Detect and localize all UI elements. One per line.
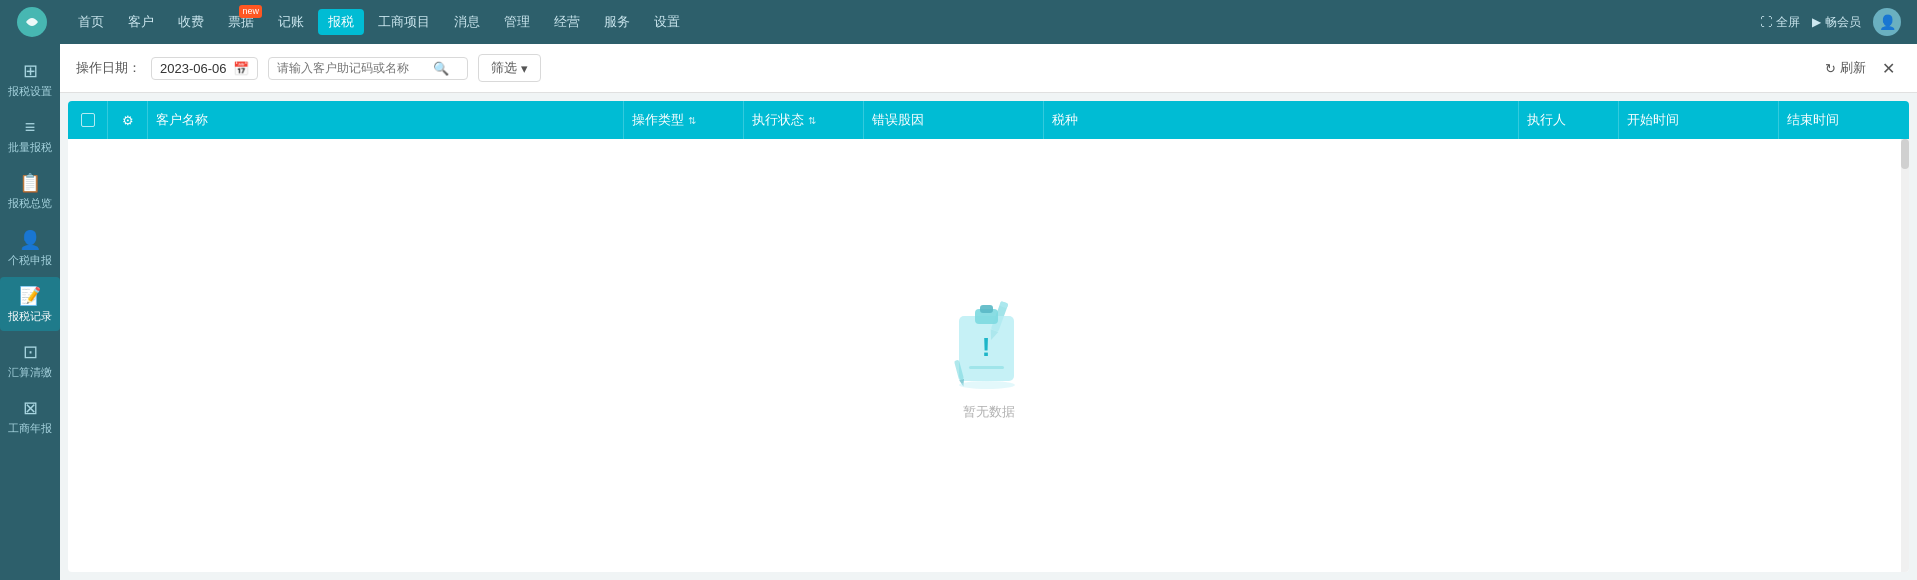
personal-tax-icon: 👤 [19,229,41,251]
empty-text: 暂无数据 [963,403,1015,421]
th-end-time: 结束时间 [1779,101,1909,139]
toolbar: 操作日期： 2023-06-06 📅 🔍 筛选 ▾ ↻ 刷新 ✕ [60,44,1917,93]
nav-fee[interactable]: 收费 [168,9,214,35]
calc-tax-icon: ⊡ [19,341,41,363]
member-label: 畅会员 [1825,14,1861,31]
th-end-time-label: 结束时间 [1787,111,1839,129]
nav-items: 首页 客户 收费 票据 new 记账 报税 工商项目 消息 管理 经营 服务 设… [68,9,1760,35]
nav-operation[interactable]: 经营 [544,9,590,35]
sidebar-item-batch-tax[interactable]: ≡ 批量报税 [0,108,60,162]
nav-right: ⛶ 全屏 ▶ 畅会员 👤 [1760,8,1901,36]
th-type-label: 操作类型 [632,111,684,129]
th-status-label: 执行状态 [752,111,804,129]
sidebar: ⊞ 报税设置 ≡ 批量报税 📋 报税总览 👤 个税申报 📝 报税记录 ⊡ 汇算清… [0,44,60,580]
sort-type-icon: ⇅ [688,115,696,126]
svg-rect-6 [980,305,993,313]
th-status[interactable]: 执行状态 ⇅ [744,101,864,139]
th-tax-type: 税种 [1044,101,1520,139]
th-tax-type-label: 税种 [1052,111,1078,129]
nav-service[interactable]: 服务 [594,9,640,35]
tax-overview-icon: 📋 [19,172,41,194]
member-button[interactable]: ▶ 畅会员 [1812,14,1861,31]
table-container: ⚙ 客户名称 操作类型 ⇅ 执行状态 ⇅ 错误股因 税种 [68,101,1909,572]
nav-biz[interactable]: 工商项目 [368,9,440,35]
search-wrap: 🔍 [268,57,468,80]
settings-icon[interactable]: ⚙ [122,113,134,128]
scrollbar[interactable] [1901,139,1909,572]
th-error-label: 错误股因 [872,111,924,129]
nav-manage[interactable]: 管理 [494,9,540,35]
settings-column-header: ⚙ [108,101,148,139]
th-start-time-label: 开始时间 [1627,111,1679,129]
th-type[interactable]: 操作类型 ⇅ [624,101,744,139]
th-start-time: 开始时间 [1619,101,1779,139]
svg-text:!: ! [981,332,990,362]
date-label: 操作日期： [76,59,141,77]
sidebar-item-calc-tax[interactable]: ⊡ 汇算清缴 [0,333,60,387]
nav-account[interactable]: 记账 [268,9,314,35]
nav-settings[interactable]: 设置 [644,9,690,35]
sidebar-label-tax-record: 报税记录 [8,310,52,323]
nav-tax[interactable]: 报税 [318,9,364,35]
annual-report-icon: ⊠ [19,397,41,419]
svg-rect-8 [969,366,1004,369]
nav-client[interactable]: 客户 [118,9,164,35]
sidebar-label-tax-overview: 报税总览 [8,197,52,210]
date-value: 2023-06-06 [160,61,227,76]
chevron-down-icon: ▾ [521,61,528,76]
sidebar-label-calc-tax: 汇算清缴 [8,366,52,379]
sidebar-item-tax-overview[interactable]: 📋 报税总览 [0,164,60,218]
avatar-icon: 👤 [1879,14,1896,30]
fullscreen-icon: ⛶ [1760,15,1772,29]
tax-record-icon: 📝 [19,285,41,307]
sidebar-item-annual-report[interactable]: ⊠ 工商年报 [0,389,60,443]
empty-state: ! 暂无数据 [919,271,1059,441]
empty-illustration: ! [939,291,1039,391]
refresh-label: 刷新 [1840,59,1866,77]
fullscreen-button[interactable]: ⛶ 全屏 [1760,14,1800,31]
filter-button[interactable]: 筛选 ▾ [478,54,541,82]
th-error: 错误股因 [864,101,1044,139]
close-button[interactable]: ✕ [1876,57,1901,80]
sidebar-item-tax-record[interactable]: 📝 报税记录 [0,277,60,331]
main-layout: ⊞ 报税设置 ≡ 批量报税 📋 报税总览 👤 个税申报 📝 报税记录 ⊡ 汇算清… [0,44,1917,580]
date-input[interactable]: 2023-06-06 📅 [151,57,258,80]
member-icon: ▶ [1812,15,1821,29]
th-executor-label: 执行人 [1527,111,1566,129]
batch-tax-icon: ≡ [19,116,41,138]
table-header: ⚙ 客户名称 操作类型 ⇅ 执行状态 ⇅ 错误股因 税种 [68,101,1909,139]
sidebar-item-personal-tax[interactable]: 👤 个税申报 [0,221,60,275]
th-name-label: 客户名称 [156,111,208,129]
svg-point-11 [959,381,1015,389]
sidebar-label-batch-tax: 批量报税 [8,141,52,154]
sidebar-label-personal-tax: 个税申报 [8,254,52,267]
content-area: 操作日期： 2023-06-06 📅 🔍 筛选 ▾ ↻ 刷新 ✕ [60,44,1917,580]
sidebar-label-tax-settings: 报税设置 [8,85,52,98]
th-executor: 执行人 [1519,101,1619,139]
refresh-icon: ↻ [1825,61,1836,76]
fullscreen-label: 全屏 [1776,14,1800,31]
checkbox-column-header [68,101,108,139]
sidebar-item-tax-settings[interactable]: ⊞ 报税设置 [0,52,60,106]
search-input[interactable] [277,61,427,75]
app-logo[interactable] [16,6,48,38]
th-name: 客户名称 [148,101,624,139]
scroll-thumb[interactable] [1901,139,1909,169]
search-icon: 🔍 [433,61,449,76]
top-navigation: 首页 客户 收费 票据 new 记账 报税 工商项目 消息 管理 经营 服务 设… [0,0,1917,44]
nav-home[interactable]: 首页 [68,9,114,35]
tax-settings-icon: ⊞ [19,60,41,82]
calendar-icon: 📅 [233,61,249,76]
nav-invoice[interactable]: 票据 new [218,9,264,35]
table-body: ! 暂无数据 [68,139,1909,572]
avatar[interactable]: 👤 [1873,8,1901,36]
new-badge: new [239,5,262,18]
filter-label: 筛选 [491,59,517,77]
nav-message[interactable]: 消息 [444,9,490,35]
refresh-button[interactable]: ↻ 刷新 [1825,59,1866,77]
sidebar-label-annual-report: 工商年报 [8,422,52,435]
sort-status-icon: ⇅ [808,115,816,126]
select-all-checkbox[interactable] [81,113,95,127]
